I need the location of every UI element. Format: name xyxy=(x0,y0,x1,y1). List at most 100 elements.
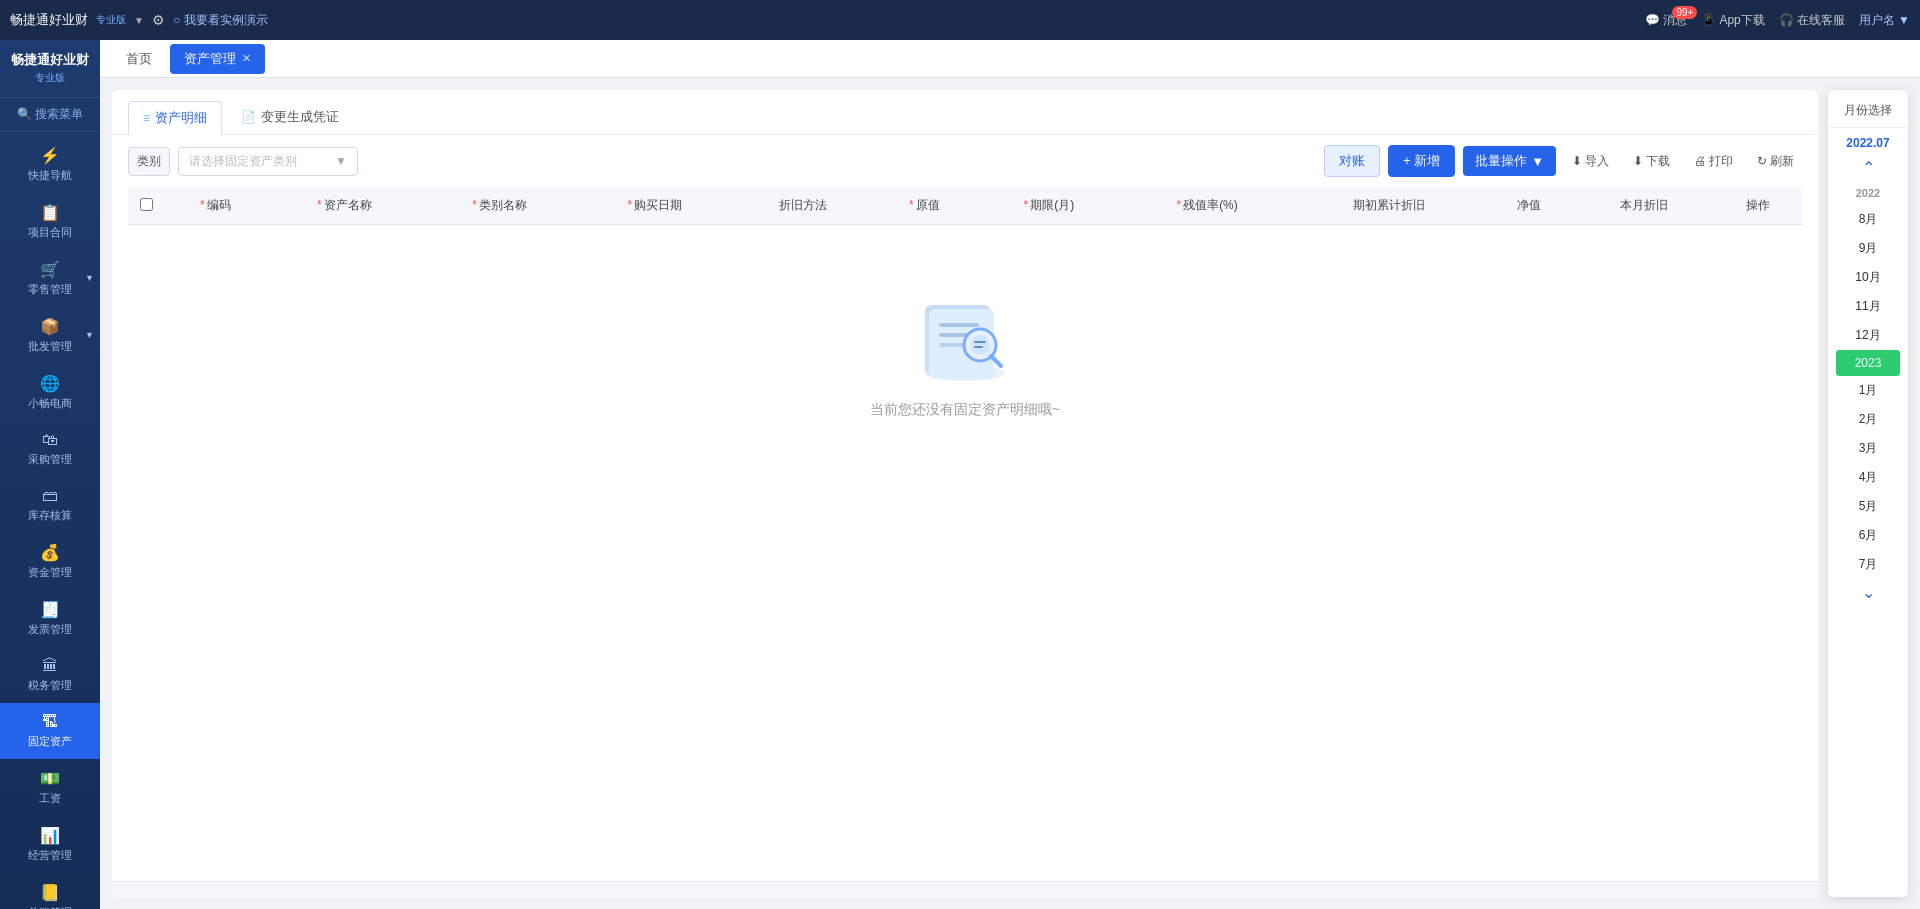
sub-tab-voucher[interactable]: 📄 变更生成凭证 xyxy=(226,100,354,134)
month-item-7[interactable]: 7月 xyxy=(1828,550,1908,579)
search-menu-button[interactable]: 🔍 搜索菜单 xyxy=(0,98,100,132)
sidebar-logo: 畅捷通好业财 专业版 xyxy=(0,40,100,98)
year-2022-label: 2022 xyxy=(1828,181,1908,205)
refresh-button[interactable]: ↻ 刷新 xyxy=(1749,149,1802,174)
tab-assets[interactable]: 资产管理 ✕ xyxy=(170,44,265,74)
tab-bar: 首页 资产管理 ✕ xyxy=(100,40,1920,78)
settings-icon[interactable]: ⚙ xyxy=(152,12,165,28)
sidebar-item-project[interactable]: 📋 项目合同 xyxy=(0,193,100,250)
sidebar-item-operations[interactable]: 📊 经营管理 xyxy=(0,816,100,873)
top-bar: 畅捷通好业财 专业版 ▼ ⚙ ○ 我要看实例演示 💬 消息 99+ 📱 App下… xyxy=(0,0,1920,40)
col-accumulated-depreciation: 期初累计折旧 xyxy=(1292,187,1485,225)
month-item-12[interactable]: 12月 xyxy=(1828,321,1908,350)
app-download-button[interactable]: 📱 App下载 xyxy=(1701,12,1764,29)
year-2023-highlighted[interactable]: 2023 xyxy=(1836,350,1900,376)
project-icon: 📋 xyxy=(40,203,60,222)
fund-icon: 💰 xyxy=(40,543,60,562)
month-panel-header: 月份选择 xyxy=(1828,98,1908,128)
refresh-icon: ↻ xyxy=(1757,154,1767,168)
sidebar-item-ledger[interactable]: 📒 总账管理 xyxy=(0,873,100,909)
list-icon: ≡ xyxy=(143,111,150,125)
import-button[interactable]: ⬇ 导入 xyxy=(1564,149,1617,174)
month-item-9[interactable]: 9月 xyxy=(1828,234,1908,263)
match-button[interactable]: 对账 xyxy=(1324,145,1380,177)
category-select[interactable]: 请选择固定资产类别 ▼ xyxy=(178,147,358,176)
sidebar-item-purchase[interactable]: 🛍 采购管理 xyxy=(0,421,100,477)
tax-icon: 🏛 xyxy=(42,657,58,675)
wholesale-arrow-icon: ▼ xyxy=(85,330,94,340)
online-service-button[interactable]: 🎧 在线客服 xyxy=(1779,12,1845,29)
phone-icon: 📱 xyxy=(1701,13,1716,27)
app-edition: 专业版 xyxy=(96,13,126,27)
col-code: *编码 xyxy=(164,187,267,225)
ledger-icon: 📒 xyxy=(40,883,60,902)
sidebar-item-quick-nav[interactable]: ⚡ 快捷导航 xyxy=(0,136,100,193)
demo-link[interactable]: ○ 我要看实例演示 xyxy=(173,12,268,29)
toolbar-right: 对账 + 新增 批量操作 ▼ ⬇ 导入 ⬇ 下载 xyxy=(1324,145,1802,177)
empty-state: 当前您还没有固定资产明细哦~ xyxy=(128,225,1802,479)
inventory-icon: 🗃 xyxy=(42,487,58,505)
category-placeholder: 请选择固定资产类别 xyxy=(189,153,297,170)
headset-icon: 🎧 xyxy=(1779,13,1794,27)
month-item-11[interactable]: 11月 xyxy=(1828,292,1908,321)
col-purchase-date: *购买日期 xyxy=(577,187,732,225)
add-button[interactable]: + 新增 xyxy=(1388,145,1455,177)
title-dropdown-icon[interactable]: ▼ xyxy=(134,15,144,26)
assets-table: *编码 *资产名称 *类别名称 *购买日期 xyxy=(128,187,1802,479)
select-all-checkbox[interactable] xyxy=(140,198,153,211)
sidebar-item-wholesale[interactable]: 📦 批发管理 ▼ xyxy=(0,307,100,364)
sidebar-item-assets[interactable]: 🏗 固定资产 xyxy=(0,703,100,759)
main-area: 首页 资产管理 ✕ ≡ 资产明细 📄 变更生成凭证 xyxy=(100,40,1920,909)
import-icon: ⬇ xyxy=(1572,154,1582,168)
sidebar-item-ecommerce[interactable]: 🌐 小畅电商 xyxy=(0,364,100,421)
bottom-scrollbar[interactable] xyxy=(112,881,1818,897)
main-layout: 畅捷通好业财 专业版 🔍 搜索菜单 ⚡ 快捷导航 📋 项目合同 🛒 零售管理 ▼… xyxy=(0,40,1920,909)
sub-tab-detail[interactable]: ≡ 资产明细 xyxy=(128,101,222,135)
message-badge: 99+ xyxy=(1672,6,1697,19)
sidebar-nav: ⚡ 快捷导航 📋 项目合同 🛒 零售管理 ▼ 📦 批发管理 ▼ 🌐 小畅电商 xyxy=(0,132,100,909)
month-item-3[interactable]: 3月 xyxy=(1828,434,1908,463)
month-item-4[interactable]: 4月 xyxy=(1828,463,1908,492)
batch-dropdown-icon: ▼ xyxy=(1531,154,1544,169)
salary-icon: 💵 xyxy=(40,769,60,788)
month-item-2[interactable]: 2月 xyxy=(1828,405,1908,434)
batch-button[interactable]: 批量操作 ▼ xyxy=(1463,146,1556,176)
category-label: 类别 xyxy=(128,147,170,176)
sidebar-item-fund[interactable]: 💰 资金管理 xyxy=(0,533,100,590)
month-scroll-up-button[interactable]: ⌃ xyxy=(1858,154,1879,181)
doc-icon: 📄 xyxy=(241,110,256,124)
col-monthly-depreciation: 本月折旧 xyxy=(1573,187,1714,225)
wholesale-icon: 📦 xyxy=(40,317,60,336)
sidebar-item-inventory[interactable]: 🗃 库存核算 xyxy=(0,477,100,533)
ecommerce-icon: 🌐 xyxy=(40,374,60,393)
search-icon: 🔍 xyxy=(17,107,32,121)
download-button[interactable]: ⬇ 下载 xyxy=(1625,149,1678,174)
invoice-icon: 🧾 xyxy=(40,600,60,619)
sidebar-item-invoice[interactable]: 🧾 发票管理 xyxy=(0,590,100,647)
logo-edition: 专业版 xyxy=(8,71,92,85)
sidebar-item-retail[interactable]: 🛒 零售管理 ▼ xyxy=(0,250,100,307)
retail-arrow-icon: ▼ xyxy=(85,273,94,283)
message-button[interactable]: 💬 消息 99+ xyxy=(1645,12,1687,29)
month-item-8[interactable]: 8月 xyxy=(1828,205,1908,234)
top-bar-right: 💬 消息 99+ 📱 App下载 🎧 在线客服 用户名 ▼ xyxy=(1645,12,1910,29)
table-wrapper: *编码 *资产名称 *类别名称 *购买日期 xyxy=(112,187,1818,881)
month-item-10[interactable]: 10月 xyxy=(1828,263,1908,292)
col-depreciation-method: 折旧方法 xyxy=(732,187,873,225)
sidebar-item-salary[interactable]: 💵 工资 xyxy=(0,759,100,816)
tab-close-icon[interactable]: ✕ xyxy=(242,52,251,65)
col-period: *期限(月) xyxy=(976,187,1123,225)
content-area: ≡ 资产明细 📄 变更生成凭证 类别 请选择固定资产类别 ▼ xyxy=(100,78,1920,909)
content-main: ≡ 资产明细 📄 变更生成凭证 类别 请选择固定资产类别 ▼ xyxy=(112,90,1818,897)
print-button[interactable]: 🖨 打印 xyxy=(1686,149,1741,174)
toolbar: 类别 请选择固定资产类别 ▼ 对账 + 新增 批量操作 ▼ xyxy=(112,135,1818,187)
month-item-1[interactable]: 1月 xyxy=(1828,376,1908,405)
month-item-6[interactable]: 6月 xyxy=(1828,521,1908,550)
month-item-5[interactable]: 5月 xyxy=(1828,492,1908,521)
tab-home[interactable]: 首页 xyxy=(112,44,166,74)
svg-rect-4 xyxy=(939,333,969,337)
app-title: 畅捷通好业财 xyxy=(10,11,88,29)
sidebar-item-tax[interactable]: 🏛 税务管理 xyxy=(0,647,100,703)
month-scroll-down-button[interactable]: ⌄ xyxy=(1858,579,1879,606)
user-avatar[interactable]: 用户名 ▼ xyxy=(1859,12,1910,29)
